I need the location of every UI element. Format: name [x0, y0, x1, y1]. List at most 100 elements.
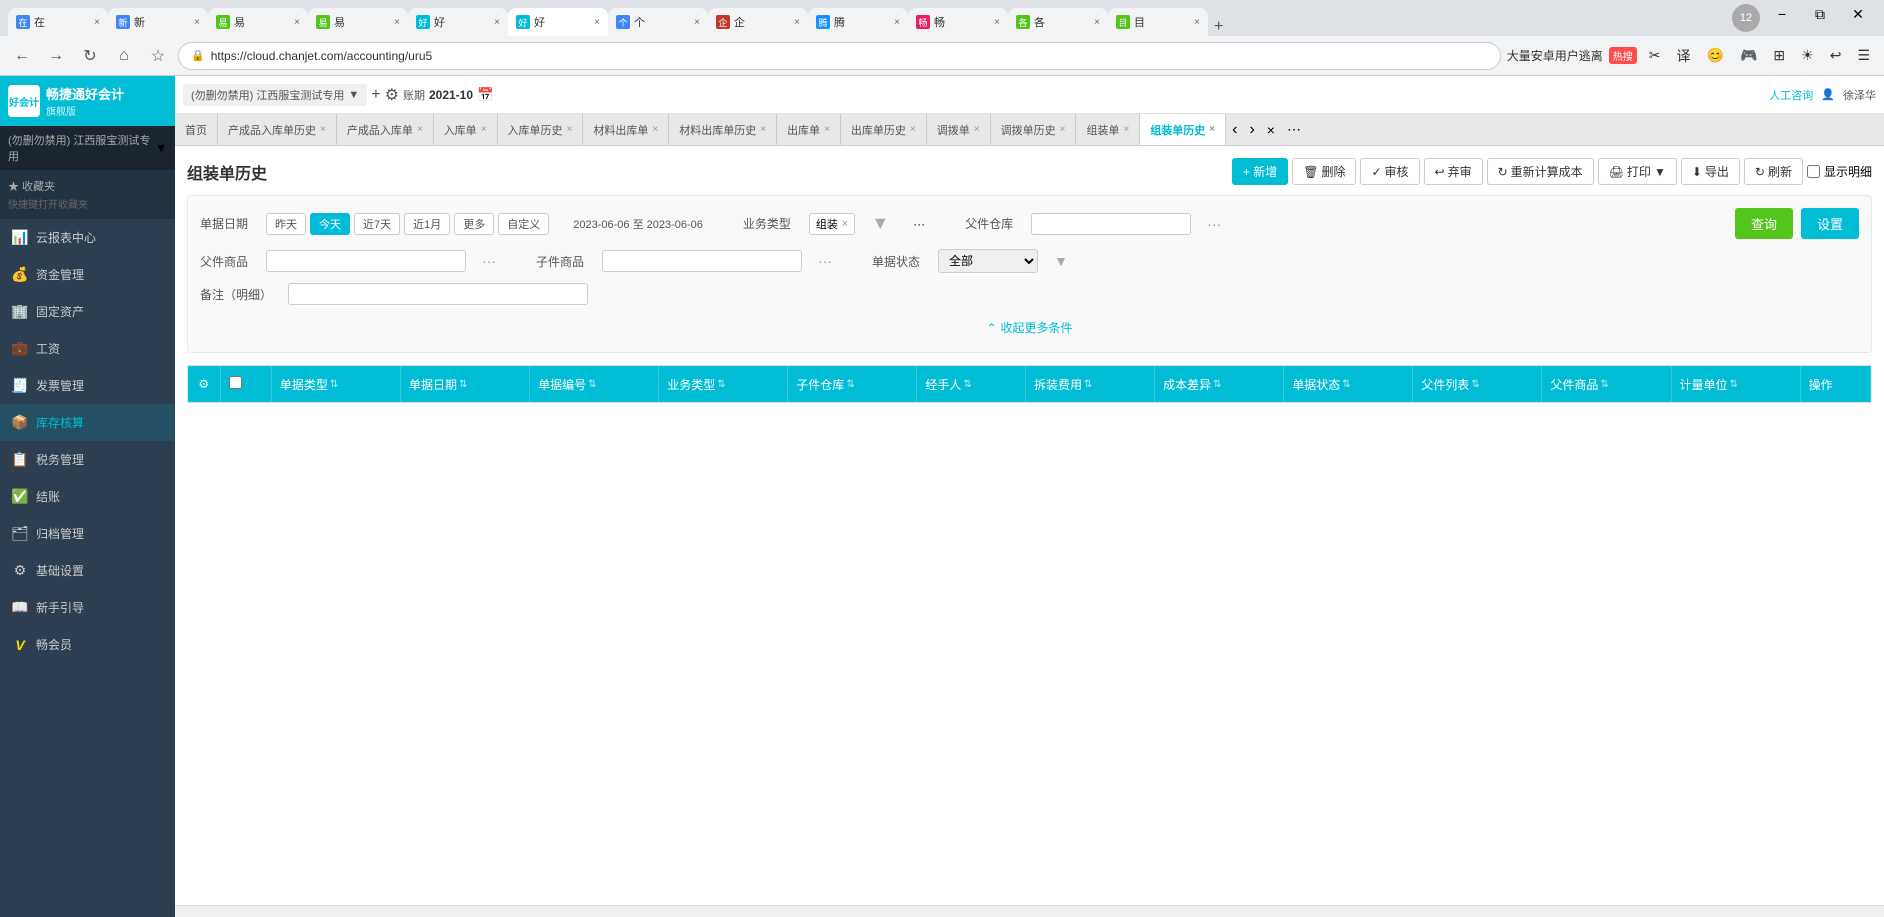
- tab-close-7[interactable]: ×: [794, 17, 800, 28]
- nav-tab-close-7[interactable]: ×: [824, 124, 830, 135]
- refresh-button[interactable]: ↻ 刷新: [1744, 158, 1803, 185]
- sidebar-item-assets[interactable]: 🏢 固定资产: [0, 293, 175, 330]
- sidebar-item-settings[interactable]: ⚙ 基础设置: [0, 552, 175, 589]
- bottom-scroll-bar[interactable]: [175, 905, 1884, 917]
- table-col-checkbox[interactable]: [220, 366, 271, 402]
- table-col-parent-goods[interactable]: 父件商品 ⇅: [1542, 366, 1671, 402]
- tab-close-current[interactable]: ×: [1261, 122, 1281, 138]
- show-detail-checkbox-label[interactable]: 显示明细: [1807, 163, 1872, 180]
- translate-button[interactable]: 译: [1671, 44, 1697, 68]
- tab-close-8[interactable]: ×: [894, 17, 900, 28]
- tab-7[interactable]: 企 企 ×: [708, 8, 808, 36]
- date-btn-yesterday[interactable]: 昨天: [266, 213, 306, 235]
- nav-tab-close-4[interactable]: ×: [567, 124, 573, 135]
- nav-tab-assembly-history-in[interactable]: 产成品入库单历史 ×: [218, 114, 337, 145]
- table-col-order-date[interactable]: 单据日期 ⇅: [400, 366, 529, 402]
- table-col-cost-diff[interactable]: 成本差异 ⇅: [1155, 366, 1284, 402]
- sidebar-item-settle[interactable]: ✅ 结账: [0, 478, 175, 515]
- tab-8[interactable]: 腾 腾 ×: [808, 8, 908, 36]
- nav-tab-close-10[interactable]: ×: [1060, 124, 1066, 135]
- export-button[interactable]: ⬇ 导出: [1681, 158, 1740, 185]
- settings-gear-button[interactable]: ⚙: [385, 85, 399, 105]
- tab-close-5[interactable]: ×: [494, 17, 500, 28]
- tab-close-active[interactable]: ×: [594, 17, 600, 28]
- date-btn-custom[interactable]: 自定义: [498, 213, 549, 235]
- nav-tab-close-3[interactable]: ×: [481, 124, 487, 135]
- bookmark-button[interactable]: ☆: [144, 42, 172, 70]
- tab-close-1[interactable]: ×: [94, 17, 100, 28]
- nav-tab-close-11[interactable]: ×: [1123, 124, 1129, 135]
- nav-tab-adjust[interactable]: 调拨单 ×: [927, 114, 991, 145]
- tab-more-options[interactable]: ⋯: [1281, 121, 1307, 138]
- reload-button[interactable]: ↻: [76, 42, 104, 70]
- nav-tab-close-9[interactable]: ×: [974, 124, 980, 135]
- sidebar-item-funds[interactable]: 💰 资金管理: [0, 256, 175, 293]
- nav-tab-material-out[interactable]: 材料出库单 ×: [583, 114, 669, 145]
- parent-goods-dots[interactable]: ···: [482, 253, 496, 269]
- nav-tab-close-1[interactable]: ×: [320, 124, 326, 135]
- tab-11[interactable]: 目 目 ×: [1108, 8, 1208, 36]
- nav-tab-out-order[interactable]: 出库单 ×: [777, 114, 841, 145]
- table-col-parent-list[interactable]: 父件列表 ⇅: [1413, 366, 1542, 402]
- delete-button[interactable]: 🗑 删除: [1292, 158, 1356, 185]
- tab-10[interactable]: 各 各 ×: [1008, 8, 1108, 36]
- sidebar-item-tax[interactable]: 📋 税务管理: [0, 441, 175, 478]
- collapse-button[interactable]: ⌃ 收起更多条件: [200, 315, 1859, 340]
- table-col-disassembly-cost[interactable]: 拆装费用 ⇅: [1025, 366, 1154, 402]
- nav-tab-out-history[interactable]: 出库单历史 ×: [841, 114, 927, 145]
- tab-9[interactable]: 畅 畅 ×: [908, 8, 1008, 36]
- audit-button[interactable]: ✓ 审核: [1360, 158, 1419, 185]
- table-col-order-no[interactable]: 单据编号 ⇅: [530, 366, 659, 402]
- table-col-child-warehouse[interactable]: 子件仓库 ⇅: [788, 366, 917, 402]
- date-btn-1month[interactable]: 近1月: [404, 213, 450, 235]
- parent-goods-input[interactable]: [266, 250, 466, 272]
- back-button[interactable]: ←: [8, 42, 36, 70]
- biz-type-tag-remove[interactable]: ×: [842, 218, 848, 230]
- close-button[interactable]: ✕: [1840, 0, 1876, 28]
- tab-scroll-left[interactable]: ‹: [1226, 121, 1243, 139]
- tab-4[interactable]: 易 易 ×: [308, 8, 408, 36]
- game-button[interactable]: 🎮: [1734, 44, 1763, 68]
- settings-button[interactable]: 设置: [1801, 208, 1859, 239]
- undo-button[interactable]: ↩: [1824, 44, 1848, 68]
- nav-tab-close-5[interactable]: ×: [652, 124, 658, 135]
- tab-active[interactable]: 好 好 ×: [508, 8, 608, 36]
- table-col-unit[interactable]: 计量单位 ⇅: [1671, 366, 1800, 402]
- grid-button[interactable]: ⊞: [1767, 44, 1791, 68]
- sidebar-item-member[interactable]: V 畅会员: [0, 626, 175, 663]
- notes-input[interactable]: [288, 283, 588, 305]
- table-col-biz-type[interactable]: 业务类型 ⇅: [659, 366, 788, 402]
- tab-close-3[interactable]: ×: [294, 17, 300, 28]
- show-detail-checkbox[interactable]: [1807, 165, 1820, 178]
- home-button[interactable]: ⌂: [110, 42, 138, 70]
- tab-close-9[interactable]: ×: [994, 17, 1000, 28]
- calendar-button[interactable]: 📅: [477, 87, 494, 103]
- sidebar-item-guide[interactable]: 📖 新手引导: [0, 589, 175, 626]
- tab-scroll-right[interactable]: ›: [1243, 121, 1260, 139]
- date-btn-more[interactable]: 更多: [454, 213, 494, 235]
- table-col-order-status[interactable]: 单据状态 ⇅: [1284, 366, 1413, 402]
- abandon-button[interactable]: ↩ 弃审: [1424, 158, 1483, 185]
- nav-tab-close-8[interactable]: ×: [910, 124, 916, 135]
- nav-tab-close-6[interactable]: ×: [760, 124, 766, 135]
- tab-5[interactable]: 好 好 ×: [408, 8, 508, 36]
- table-col-order-type[interactable]: 单据类型 ⇅: [271, 366, 400, 402]
- forward-button[interactable]: →: [42, 42, 70, 70]
- minimize-button[interactable]: −: [1764, 0, 1800, 28]
- sidebar-item-inventory[interactable]: 📦 库存核算: [0, 404, 175, 441]
- table-col-handler[interactable]: 经手人 ⇅: [917, 366, 1026, 402]
- child-goods-dots[interactable]: ···: [818, 253, 832, 269]
- recalc-button[interactable]: ↻ 重新计算成本: [1487, 158, 1594, 185]
- new-tab-button[interactable]: +: [1208, 18, 1229, 36]
- sidebar-item-invoice[interactable]: 🧾 发票管理: [0, 367, 175, 404]
- tab-1[interactable]: 在 在 ×: [8, 8, 108, 36]
- emoji-button[interactable]: 😊: [1701, 44, 1730, 68]
- scissors-button[interactable]: ✂: [1643, 44, 1667, 68]
- tab-close-2[interactable]: ×: [194, 17, 200, 28]
- sidebar-item-archive[interactable]: 🗂 归档管理: [0, 515, 175, 552]
- nav-tab-storage-in-history[interactable]: 入库单历史 ×: [498, 114, 584, 145]
- nav-tab-storage-in[interactable]: 入库单 ×: [434, 114, 498, 145]
- restore-button[interactable]: ⧉: [1802, 0, 1838, 28]
- menu-button[interactable]: ☰: [1851, 44, 1876, 68]
- sidebar-item-reports[interactable]: 📊 云报表中心: [0, 219, 175, 256]
